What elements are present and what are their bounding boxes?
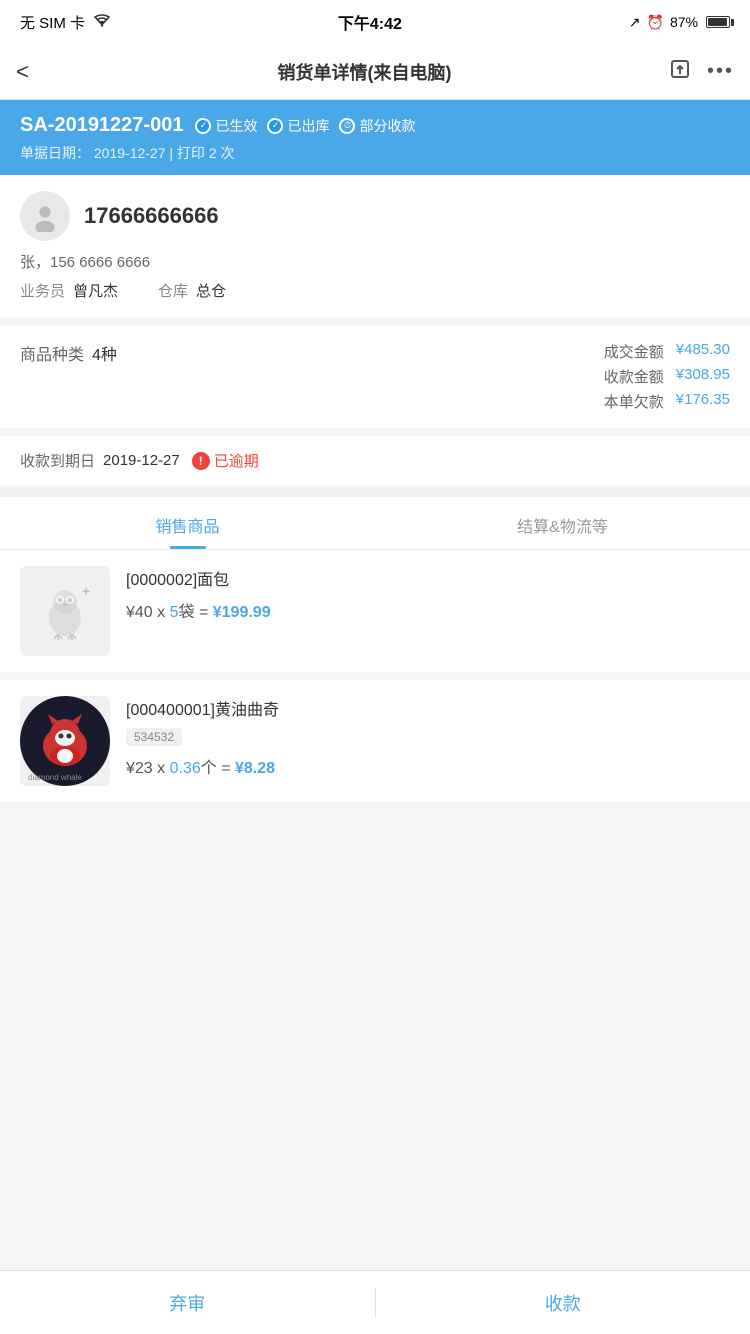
product-unit-2: 个 (201, 760, 217, 777)
wifi-icon (93, 13, 111, 31)
staff-row: 业务员 曾凡杰 仓库 总仓 (20, 280, 730, 301)
customer-section: 17666666666 张，156 6666 6666 业务员 曾凡杰 仓库 总… (0, 175, 750, 317)
clock-icon: ⏱ (339, 118, 355, 134)
product-item-2: diamond whale [000400001]黄油曲奇 534532 ¥23… (0, 680, 750, 802)
status-time: 下午4:42 (338, 10, 402, 34)
alarm-icon: ⏰ (647, 14, 664, 31)
page-title: 销货单详情(来自电脑) (60, 59, 669, 85)
category-label: 商品种类 (20, 341, 84, 365)
tabs-divider (0, 489, 750, 497)
product-item: + [0000002]面包 ¥40 x 5袋 = ¥199.99 (0, 550, 750, 672)
order-id: SA-20191227-001 (20, 114, 183, 137)
product-thumbnail-2: diamond whale (20, 696, 110, 786)
staff-label: 业务员 (20, 280, 65, 301)
warehouse-label: 仓库 (158, 280, 188, 301)
staff-name: 曾凡杰 (73, 280, 118, 301)
product-equals-1: = (195, 604, 213, 621)
product-thumbnail-1: + (20, 566, 110, 656)
overdue-icon: ! (192, 452, 210, 470)
carrier-text: 无 SIM 卡 (20, 12, 85, 33)
product-name-1: [0000002]面包 (126, 566, 730, 590)
status-right: ↗ ⏰ 87% (629, 14, 730, 31)
product-total-2: ¥8.28 (235, 760, 275, 777)
customer-detail: 张，156 6666 6666 (20, 251, 730, 272)
order-badges: ✓ 已生效 ✓ 已出库 ⏱ 部分收款 (195, 116, 415, 136)
stats-section: 商品种类 4种 成交金额 ¥485.30 收款金额 ¥308.95 本单欠款 ¥… (0, 325, 750, 428)
tabs-section: 销售商品 结算&物流等 (0, 497, 750, 550)
collect-payment-button[interactable]: 收款 (376, 1271, 750, 1334)
product-info-1: [0000002]面包 ¥40 x 5袋 = ¥199.99 (126, 566, 730, 622)
nav-bar: < 销货单详情(来自电脑) ••• (0, 44, 750, 100)
back-button[interactable]: < (16, 59, 60, 85)
due-label: 收款到期日 (20, 450, 95, 471)
stats-right: 成交金额 ¥485.30 收款金额 ¥308.95 本单欠款 ¥176.35 (604, 341, 730, 412)
cancel-review-button[interactable]: 弃审 (0, 1271, 375, 1334)
overdue-badge: ! 已逾期 (192, 450, 259, 471)
tab-sales-products[interactable]: 销售商品 (0, 497, 375, 549)
product-image-2: diamond whale (20, 696, 110, 786)
badge-partial-payment: ⏱ 部分收款 (339, 116, 415, 136)
badge-shipped: ✓ 已出库 (267, 116, 329, 136)
badge-effective: ✓ 已生效 (195, 116, 257, 136)
battery-percent: 87% (670, 14, 698, 30)
nav-actions: ••• (669, 58, 734, 86)
svg-text:+: + (82, 583, 90, 599)
tab-settlement[interactable]: 结算&物流等 (375, 497, 750, 549)
product-quantity-1: 5 (170, 604, 179, 621)
stat-collected-amount: 收款金额 ¥308.95 (604, 366, 730, 387)
product-price-row-1: ¥40 x 5袋 = ¥199.99 (126, 598, 730, 622)
product-unit-price-1: ¥40 x (126, 604, 170, 621)
stats-row: 商品种类 4种 成交金额 ¥485.30 收款金额 ¥308.95 本单欠款 ¥… (20, 341, 730, 412)
status-left: 无 SIM 卡 (20, 12, 111, 33)
stat-deal-amount: 成交金额 ¥485.30 (604, 341, 730, 362)
product-name-2: [000400001]黄油曲奇 (126, 696, 730, 720)
product-tag-2: 534532 (126, 728, 182, 746)
status-bar: 无 SIM 卡 下午4:42 ↗ ⏰ 87% (0, 0, 750, 44)
product-price-row-2: ¥23 x 0.36个 = ¥8.28 (126, 754, 730, 778)
location-icon: ↗ (629, 14, 641, 31)
share-icon[interactable] (669, 58, 691, 86)
customer-row: 17666666666 (20, 191, 730, 241)
stat-owed-amount: 本单欠款 ¥176.35 (604, 391, 730, 412)
check-icon-1: ✓ (195, 118, 211, 134)
due-date-section: 收款到期日 2019-12-27 ! 已逾期 (0, 436, 750, 485)
svg-text:diamond whale: diamond whale (28, 773, 82, 782)
products-section: + [0000002]面包 ¥40 x 5袋 = ¥199.99 (0, 550, 750, 890)
product-equals-2: = (217, 760, 235, 777)
tabs-row: 销售商品 结算&物流等 (0, 497, 750, 549)
order-header: SA-20191227-001 ✓ 已生效 ✓ 已出库 ⏱ 部分收款 单据日期：… (0, 100, 750, 175)
stats-left: 商品种类 4种 (20, 341, 117, 365)
category-value: 4种 (92, 341, 117, 365)
product-quantity-2: 0.36 (170, 760, 201, 777)
more-icon[interactable]: ••• (707, 60, 734, 83)
overdue-text: 已逾期 (214, 450, 259, 471)
avatar (20, 191, 70, 241)
battery-icon (706, 16, 730, 28)
due-date-value: 2019-12-27 (103, 452, 180, 469)
warehouse-name: 总仓 (196, 280, 226, 301)
product-total-1: ¥199.99 (213, 604, 271, 621)
product-unit-price-2: ¥23 x (126, 760, 170, 777)
product-info-2: [000400001]黄油曲奇 534532 ¥23 x 0.36个 = ¥8.… (126, 696, 730, 778)
product-image-placeholder-1: + (30, 576, 100, 646)
customer-name: 17666666666 (84, 203, 219, 229)
order-meta: 单据日期： 2019-12-27 | 打印 2 次 (20, 143, 730, 163)
check-icon-2: ✓ (267, 118, 283, 134)
product-unit-1: 袋 (179, 604, 195, 621)
bottom-bar: 弃审 收款 (0, 1270, 750, 1334)
